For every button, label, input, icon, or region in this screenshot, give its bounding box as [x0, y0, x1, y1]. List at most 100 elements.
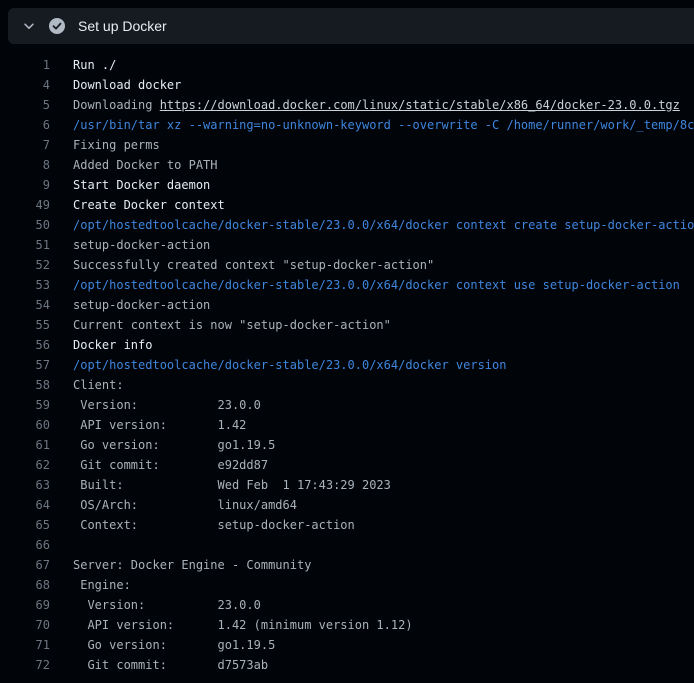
log-text: Go version: go1.19.5	[73, 635, 694, 655]
line-number[interactable]: 52	[0, 255, 50, 275]
log-text: Go version: go1.19.5	[73, 435, 694, 455]
step-title: Set up Docker	[78, 18, 167, 34]
log-text: Client:	[73, 375, 694, 395]
log-line: 62 Git commit: e92dd87	[0, 455, 694, 475]
log-text: Version: 23.0.0	[73, 595, 694, 615]
check-circle-icon	[49, 18, 65, 34]
log-line: 70 API version: 1.42 (minimum version 1.…	[0, 615, 694, 635]
line-number[interactable]: 68	[0, 575, 50, 595]
log-line: 52 Successfully created context "setup-do…	[0, 255, 694, 275]
line-number[interactable]: 54	[0, 295, 50, 315]
line-number[interactable]: 60	[0, 415, 50, 435]
line-number[interactable]: 62	[0, 455, 50, 475]
line-number[interactable]: 59	[0, 395, 50, 415]
line-content: ▶Start Docker daemon	[73, 175, 694, 195]
log-line: 53/opt/hostedtoolcache/docker-stable/23.…	[0, 275, 694, 295]
log-command-text: /usr/bin/tar xz --warning=no-unknown-key…	[73, 115, 694, 135]
group-title[interactable]: Download docker	[73, 78, 181, 92]
line-number[interactable]: 65	[0, 515, 50, 535]
log-text: Version: 23.0.0	[73, 395, 694, 415]
line-number[interactable]: 61	[0, 435, 50, 455]
log-text: Context: setup-docker-action	[73, 515, 694, 535]
line-number[interactable]: 57	[0, 355, 50, 375]
line-number[interactable]: 49	[0, 195, 50, 215]
log-command-text: /opt/hostedtoolcache/docker-stable/23.0.…	[73, 275, 694, 295]
log-text: API version: 1.42 (minimum version 1.12)	[73, 615, 694, 635]
line-number[interactable]: 51	[0, 235, 50, 255]
log-text: Git commit: e92dd87	[73, 455, 694, 475]
log-line: 55 Current context is now "setup-docker-a…	[0, 315, 694, 335]
log-text: Current context is now "setup-docker-act…	[73, 315, 694, 335]
log-line: 60 API version: 1.42	[0, 415, 694, 435]
log-line: 54 setup-docker-action	[0, 295, 694, 315]
log-command-text: /opt/hostedtoolcache/docker-stable/23.0.…	[73, 355, 694, 375]
line-number[interactable]: 53	[0, 275, 50, 295]
log-group-header[interactable]: 56 ▼Docker info	[0, 335, 694, 355]
log-text	[73, 535, 694, 555]
line-number[interactable]: 50	[0, 215, 50, 235]
line-number[interactable]: 1	[0, 55, 50, 75]
group-title[interactable]: Docker info	[73, 338, 152, 352]
group-title[interactable]: Run ./	[73, 58, 116, 72]
log-text: Downloading	[73, 98, 160, 112]
line-number[interactable]: 67	[0, 555, 50, 575]
log-line: 6/usr/bin/tar xz --warning=no-unknown-ke…	[0, 115, 694, 135]
log-command-text: /opt/hostedtoolcache/docker-stable/23.0.…	[73, 215, 694, 235]
log-line: 72 Git commit: d7573ab	[0, 655, 694, 675]
log-line: 67 Server: Docker Engine - Community	[0, 555, 694, 575]
line-number[interactable]: 66	[0, 535, 50, 555]
log-line: 69 Version: 23.0.0	[0, 595, 694, 615]
line-number[interactable]: 71	[0, 635, 50, 655]
log-line: 66	[0, 535, 694, 555]
log-text: Successfully created context "setup-dock…	[73, 255, 694, 275]
line-number[interactable]: 7	[0, 135, 50, 155]
log-line: 59 Version: 23.0.0	[0, 395, 694, 415]
log-text: OS/Arch: linux/amd64	[73, 495, 694, 515]
line-number[interactable]: 9	[0, 175, 50, 195]
log-text: Built: Wed Feb 1 17:43:29 2023	[73, 475, 694, 495]
log-text: Engine:	[73, 575, 694, 595]
log-line: 71 Go version: go1.19.5	[0, 635, 694, 655]
log-text: setup-docker-action	[73, 235, 694, 255]
log-line: 8Added Docker to PATH	[0, 155, 694, 175]
line-content: ▼Create Docker context	[73, 195, 694, 215]
log-line: 65 Context: setup-docker-action	[0, 515, 694, 535]
log-url-link[interactable]: https://download.docker.com/linux/static…	[160, 98, 680, 112]
log-line: 61 Go version: go1.19.5	[0, 435, 694, 455]
log-group-header[interactable]: 49 ▼Create Docker context	[0, 195, 694, 215]
line-number[interactable]: 56	[0, 335, 50, 355]
line-number[interactable]: 72	[0, 655, 50, 675]
line-number[interactable]: 6	[0, 115, 50, 135]
chevron-down-icon[interactable]	[22, 19, 36, 33]
log-viewer: 1 ▶Run ./ 4 ▼Download docker 5 Downloading ht…	[0, 55, 694, 675]
log-group-header[interactable]: 1 ▶Run ./	[0, 55, 694, 75]
line-number[interactable]: 55	[0, 315, 50, 335]
log-text: Fixing perms	[73, 135, 694, 155]
line-content: Downloading https://download.docker.com/…	[73, 95, 694, 115]
line-number[interactable]: 70	[0, 615, 50, 635]
line-content: ▶Run ./	[73, 55, 694, 75]
log-group-header[interactable]: 4 ▼Download docker	[0, 75, 694, 95]
log-line: 57/opt/hostedtoolcache/docker-stable/23.…	[0, 355, 694, 375]
log-text: Git commit: d7573ab	[73, 655, 694, 675]
step-header[interactable]: Set up Docker	[8, 8, 694, 44]
log-line: 64 OS/Arch: linux/amd64	[0, 495, 694, 515]
log-text: setup-docker-action	[73, 295, 694, 315]
group-title[interactable]: Create Docker context	[73, 198, 225, 212]
log-line: 58 Client:	[0, 375, 694, 395]
line-number[interactable]: 4	[0, 75, 50, 95]
log-group-header[interactable]: 9 ▶Start Docker daemon	[0, 175, 694, 195]
line-number[interactable]: 63	[0, 475, 50, 495]
line-number[interactable]: 5	[0, 95, 50, 115]
log-line: 5 Downloading https://download.docker.com…	[0, 95, 694, 115]
log-text: Server: Docker Engine - Community	[73, 555, 694, 575]
line-content: ▼Download docker	[73, 75, 694, 95]
line-number[interactable]: 8	[0, 155, 50, 175]
line-number[interactable]: 69	[0, 595, 50, 615]
log-line: 63 Built: Wed Feb 1 17:43:29 2023	[0, 475, 694, 495]
group-title[interactable]: Start Docker daemon	[73, 178, 210, 192]
log-line: 51 setup-docker-action	[0, 235, 694, 255]
line-number[interactable]: 58	[0, 375, 50, 395]
line-content: ▼Docker info	[73, 335, 694, 355]
line-number[interactable]: 64	[0, 495, 50, 515]
